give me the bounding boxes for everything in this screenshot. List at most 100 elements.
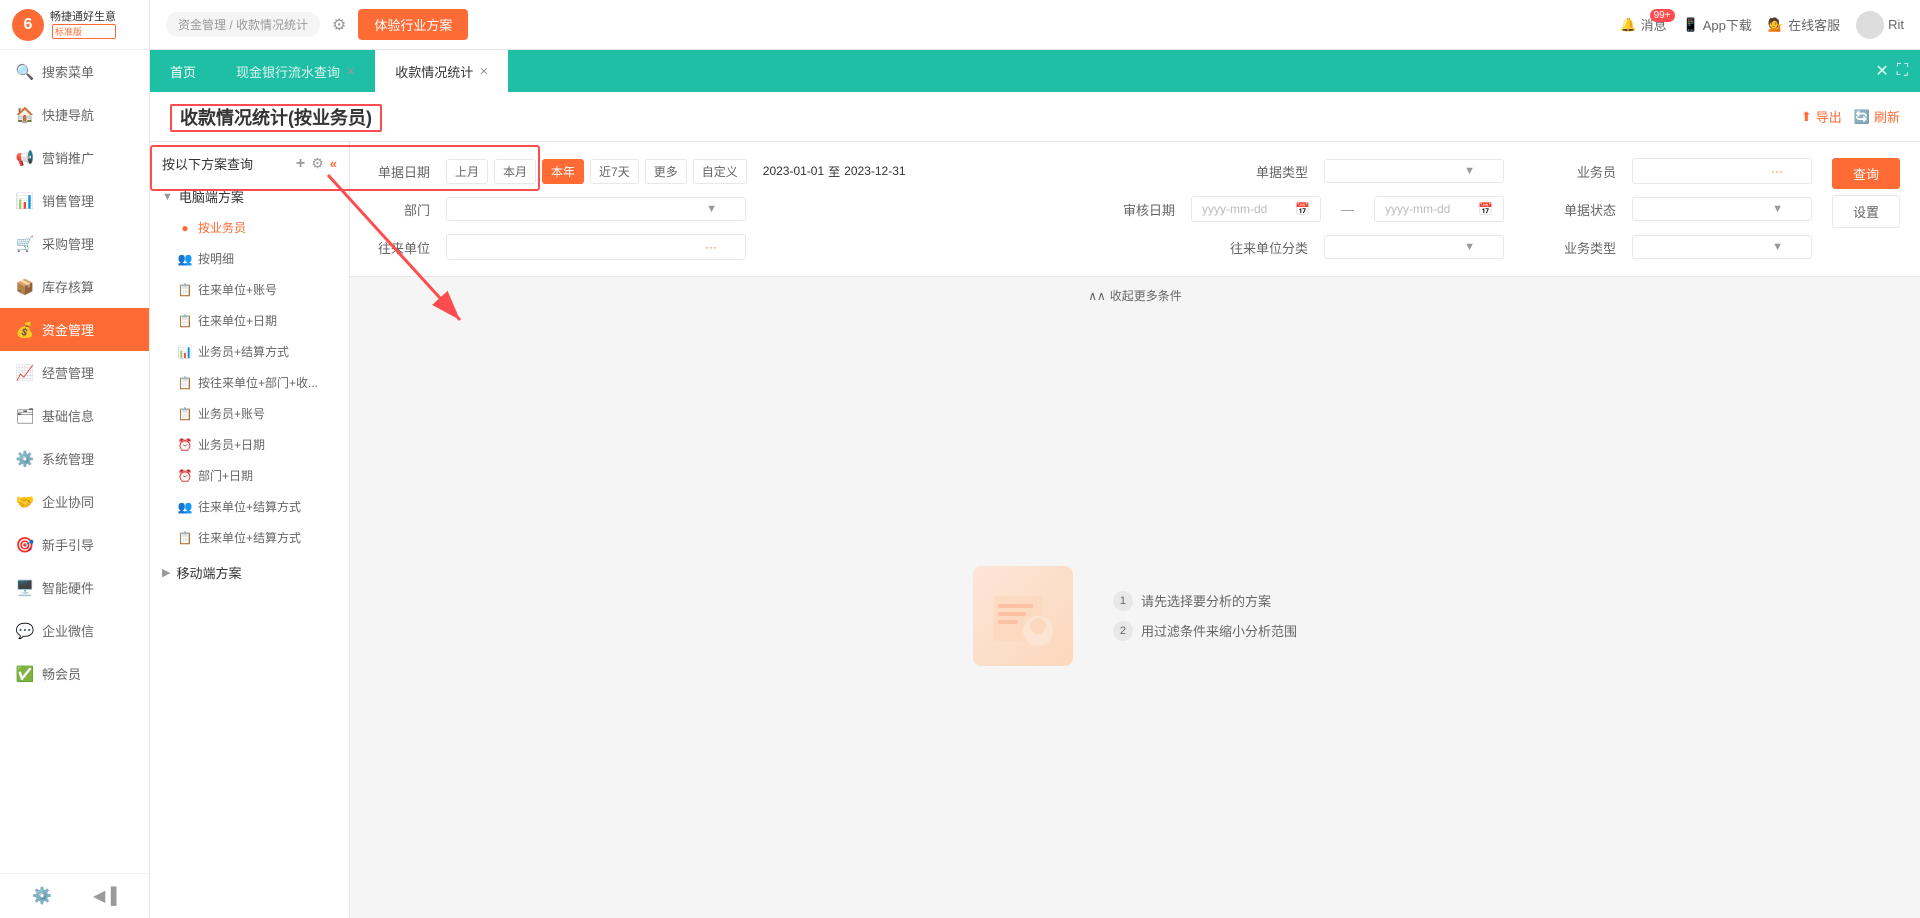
partner-category-dropdown[interactable]: ▼ xyxy=(1324,235,1504,259)
logo-icon: 6 xyxy=(12,9,44,41)
bill-type-dropdown[interactable]: ▼ xyxy=(1324,159,1504,183)
date-this-year[interactable]: 本年 xyxy=(542,159,584,184)
sidebar-item-operation[interactable]: 📈 经营管理 xyxy=(0,351,149,394)
sidebar-item-enterprise[interactable]: 🤝 企业协同 xyxy=(0,480,149,523)
logo-badge: 标准版 xyxy=(52,24,116,39)
sidebar-item-marketing[interactable]: 📢 营销推广 xyxy=(0,136,149,179)
tab-bank[interactable]: 现金银行流水查询 ✕ xyxy=(216,50,375,92)
tab-maximize-icon[interactable]: ⛶ xyxy=(1897,62,1908,80)
scheme-item-salesperson-account[interactable]: 📋 业务员+账号 xyxy=(150,398,349,429)
tab-home[interactable]: 首页 xyxy=(150,50,216,92)
partner-dropdown[interactable]: ··· xyxy=(446,234,746,260)
scheme-item-partner-settlement1[interactable]: 👥 往来单位+结算方式 xyxy=(150,491,349,522)
scheme-item-partner-date[interactable]: 📋 往来单位+日期 xyxy=(150,305,349,336)
date-custom[interactable]: 自定义 xyxy=(693,159,747,184)
app-download-area[interactable]: 📱 App下载 xyxy=(1683,15,1752,34)
sidebar-item-quicknav[interactable]: 🏠 快捷导航 xyxy=(0,93,149,136)
sidebar-item-hardware[interactable]: 🖥️ 智能硬件 xyxy=(0,566,149,609)
export-icon: ⬆ xyxy=(1801,109,1812,125)
scheme-section-desktop-title[interactable]: ▼ 电脑端方案 xyxy=(150,181,349,212)
tab-bank-close-icon[interactable]: ✕ xyxy=(346,65,355,78)
basic-icon: 🗂 xyxy=(16,407,34,425)
user-avatar xyxy=(1856,11,1884,39)
wechat-icon: 💬 xyxy=(16,622,34,640)
date-this-month[interactable]: 本月 xyxy=(494,159,536,184)
scheme-item-by-details[interactable]: 👥 按明细 xyxy=(150,243,349,274)
filter-row-1: 单据日期 上月 本月 本年 近7天 更多 自定义 2023-01-01 xyxy=(370,158,1812,184)
query-button[interactable]: 查询 xyxy=(1832,158,1900,189)
calendar-end-icon: 📅 xyxy=(1478,202,1493,216)
trial-button[interactable]: 体验行业方案 xyxy=(358,9,468,40)
scheme-add-icon[interactable]: + xyxy=(296,155,305,173)
sidebar-logo: 6 畅捷通好生意 标准版 xyxy=(0,0,149,50)
scheme-item-by-salesperson[interactable]: ● 按业务员 xyxy=(150,212,349,243)
header-gear-icon[interactable]: ⚙ xyxy=(332,15,346,35)
system-icon: ⚙️ xyxy=(16,450,34,468)
scheme-item-dept-date[interactable]: ⏰ 部门+日期 xyxy=(150,460,349,491)
partner-settlement2-icon: 📋 xyxy=(178,531,192,545)
salesperson-more-icon[interactable]: ··· xyxy=(1771,164,1783,178)
sidebar-item-purchase[interactable]: 🛒 采购管理 xyxy=(0,222,149,265)
refresh-button[interactable]: 🔄 刷新 xyxy=(1854,107,1900,126)
salesperson-dropdown[interactable]: ··· xyxy=(1632,158,1812,184)
inventory-icon: 📦 xyxy=(16,278,34,296)
sidebar-item-inventory[interactable]: 📦 库存核算 xyxy=(0,265,149,308)
sidebar-item-fund[interactable]: 💰 资金管理 xyxy=(0,308,149,351)
user-avatar-area[interactable]: Rit xyxy=(1856,11,1904,39)
sidebar-item-sales[interactable]: 📊 销售管理 xyxy=(0,179,149,222)
salesperson-settlement-icon: 📊 xyxy=(178,345,192,359)
partner-date-icon: 📋 xyxy=(178,314,192,328)
scheme-header-title: 按以下方案查询 xyxy=(162,154,253,173)
scheme-item-partner-account[interactable]: 📋 往来单位+账号 xyxy=(150,274,349,305)
tab-close-all-icon[interactable]: ✕ xyxy=(1875,61,1888,81)
sidebar-collapse-icon[interactable]: ◀▐ xyxy=(93,886,117,906)
filter-area: 单据日期 上月 本月 本年 近7天 更多 自定义 2023-01-01 xyxy=(350,142,1920,277)
review-date-end[interactable]: yyyy-mm-dd 📅 xyxy=(1374,196,1504,222)
sidebar-item-basic[interactable]: 🗂 基础信息 xyxy=(0,394,149,437)
refresh-icon: 🔄 xyxy=(1854,109,1870,125)
page-title-actions: ⬆ 导出 🔄 刷新 xyxy=(1801,107,1900,126)
calendar-start-icon: 📅 xyxy=(1295,202,1310,216)
partner-more-icon[interactable]: ··· xyxy=(705,240,717,254)
collapse-arrow-icon: ∧∧ xyxy=(1088,289,1106,303)
scheme-section-mobile: ▶ 移动端方案 xyxy=(150,557,349,588)
tab-receipt[interactable]: 收款情况统计 ✕ xyxy=(375,50,508,92)
bill-status-label: 单据状态 xyxy=(1556,200,1616,219)
partner-category-arrow-icon: ▼ xyxy=(1464,241,1475,253)
review-date-start[interactable]: yyyy-mm-dd 📅 xyxy=(1191,196,1321,222)
member-icon: ✅ xyxy=(16,665,34,683)
hint-1-text: 请先选择要分析的方案 xyxy=(1141,591,1271,610)
online-service-area[interactable]: 💁 在线客服 xyxy=(1768,15,1840,34)
notification-area[interactable]: 🔔 消息 99+ xyxy=(1620,15,1666,34)
scheme-settings-icon[interactable]: ⚙ xyxy=(311,155,324,172)
export-button[interactable]: ⬆ 导出 xyxy=(1801,107,1842,126)
dept-date-icon: ⏰ xyxy=(178,469,192,483)
scheme-section-mobile-title[interactable]: ▶ 移动端方案 xyxy=(150,557,349,588)
date-more[interactable]: 更多 xyxy=(645,159,687,184)
sidebar-item-member[interactable]: ✅ 畅会员 xyxy=(0,652,149,695)
date-last-month[interactable]: 上月 xyxy=(446,159,488,184)
scheme-item-salesperson-settlement[interactable]: 📊 业务员+结算方式 xyxy=(150,336,349,367)
collapse-bar[interactable]: ∧∧ 收起更多条件 xyxy=(350,277,1920,314)
sidebar-item-system[interactable]: ⚙️ 系统管理 xyxy=(0,437,149,480)
sidebar-item-newbie[interactable]: 🎯 新手引导 xyxy=(0,523,149,566)
scheme-item-partner-settlement2[interactable]: 📋 往来单位+结算方式 xyxy=(150,522,349,553)
scheme-item-partner-dept[interactable]: 📋 按往来单位+部门+收... xyxy=(150,367,349,398)
sidebar-settings-icon[interactable]: ⚙️ xyxy=(32,886,52,906)
sidebar-item-search[interactable]: 🔍 搜索菜单 xyxy=(0,50,149,93)
partner-dept-icon: 📋 xyxy=(178,376,192,390)
dept-label: 部门 xyxy=(370,200,430,219)
scheme-item-salesperson-date[interactable]: ⏰ 业务员+日期 xyxy=(150,429,349,460)
scheme-header: 按以下方案查询 + ⚙ « xyxy=(150,142,349,181)
sidebar-nav: 🔍 搜索菜单 🏠 快捷导航 📢 营销推广 📊 销售管理 🛒 采购管理 📦 库存核… xyxy=(0,50,149,873)
date-last7[interactable]: 近7天 xyxy=(590,159,639,184)
tab-receipt-close-icon[interactable]: ✕ xyxy=(479,65,488,78)
enterprise-icon: 🤝 xyxy=(16,493,34,511)
bill-status-dropdown[interactable]: ▼ xyxy=(1632,197,1812,221)
dept-dropdown[interactable]: ▼ xyxy=(446,197,746,221)
sidebar-item-wechat[interactable]: 💬 企业微信 xyxy=(0,609,149,652)
scheme-collapse-icon[interactable]: « xyxy=(330,156,337,171)
review-date-label: 审核日期 xyxy=(1115,200,1175,219)
filter-settings-button[interactable]: 设置 xyxy=(1832,195,1900,228)
business-type-dropdown[interactable]: ▼ xyxy=(1632,235,1812,259)
